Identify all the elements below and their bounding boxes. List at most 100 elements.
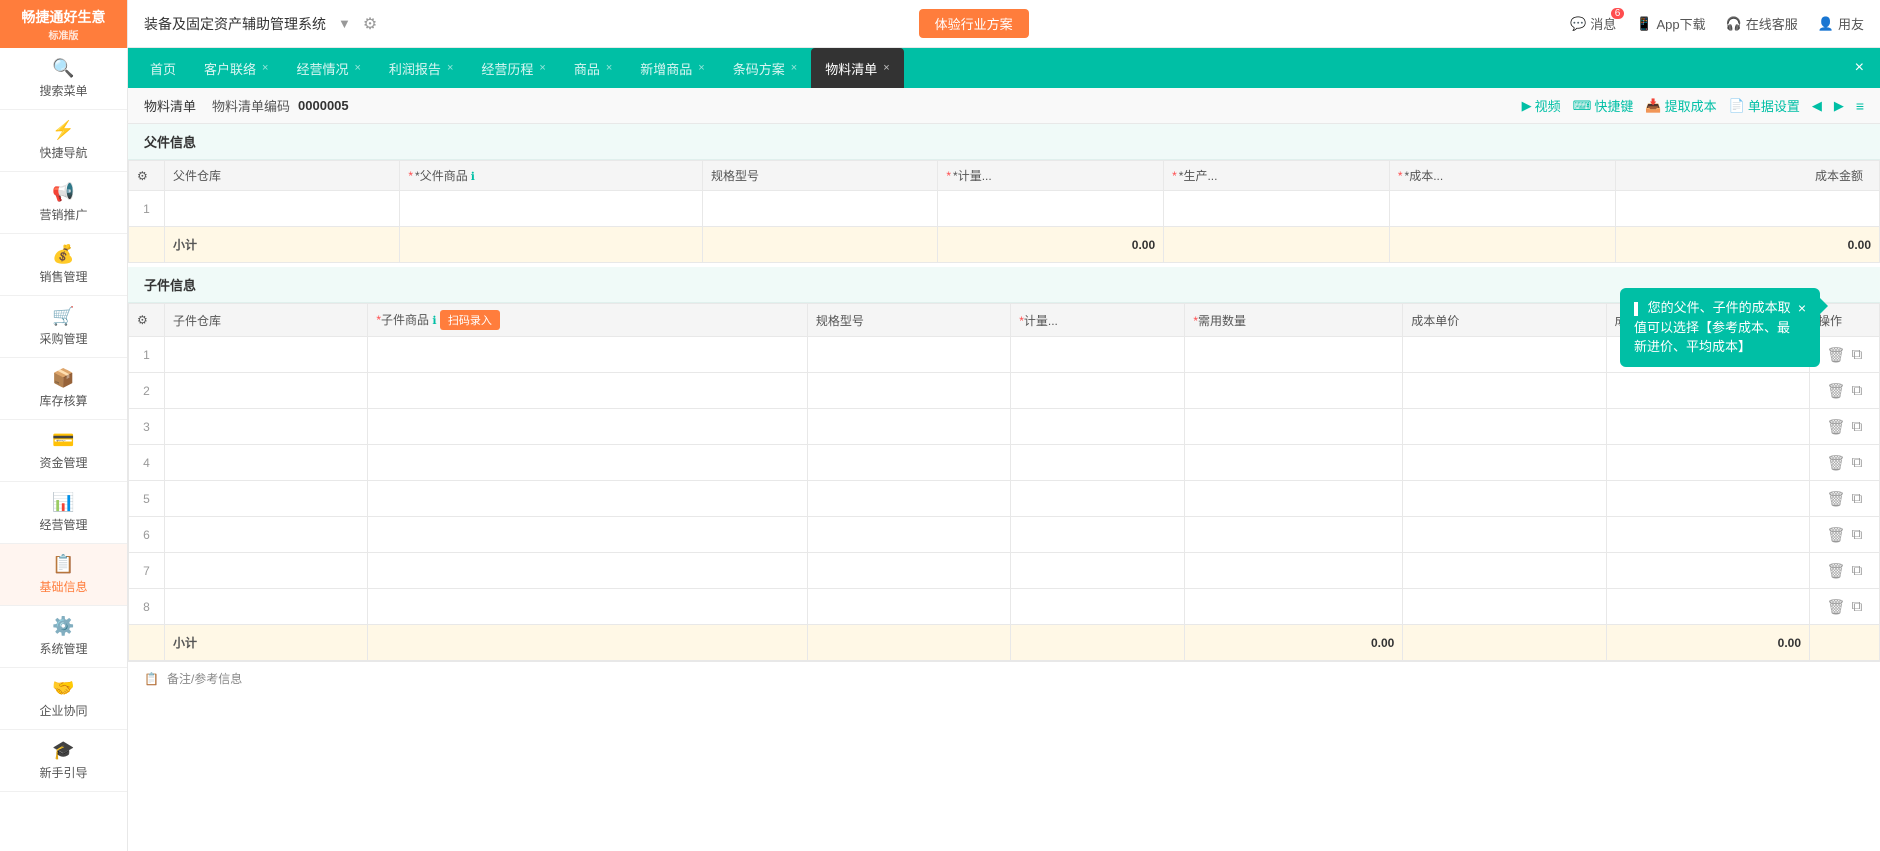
copy-row-8-button[interactable]: ⧉ <box>1852 598 1863 616</box>
parent-row-1-production[interactable] <box>1164 191 1390 227</box>
tab-add-goods[interactable]: 新增商品 × <box>626 48 718 88</box>
child-row-1-spec[interactable] <box>807 337 1010 373</box>
delete-row-1-button[interactable]: 🗑 <box>1827 346 1846 364</box>
tab-barcode[interactable]: 条码方案 × <box>719 48 811 88</box>
tab-history[interactable]: 经营历程 × <box>467 48 559 88</box>
child-row-2-qty[interactable] <box>1185 373 1403 409</box>
tab-bom-close[interactable]: × <box>883 62 889 74</box>
child-row-6-unit-cost[interactable] <box>1403 517 1606 553</box>
sidebar-item-marketing[interactable]: 📢 营销推广 <box>0 172 127 234</box>
sidebar-item-search[interactable]: 🔍 搜索菜单 <box>0 48 127 110</box>
delete-row-8-button[interactable]: 🗑 <box>1827 598 1846 616</box>
child-row-2-product[interactable] <box>368 373 808 409</box>
tab-operations-close[interactable]: × <box>354 62 360 74</box>
extract-cost-btn[interactable]: 📥 提取成本 <box>1645 96 1716 115</box>
user-menu-button[interactable]: 👤 用友 <box>1818 14 1864 33</box>
child-row-6-product[interactable] <box>368 517 808 553</box>
child-row-2-spec[interactable] <box>807 373 1010 409</box>
child-row-4-spec[interactable] <box>807 445 1010 481</box>
tab-profit-close[interactable]: × <box>447 62 453 74</box>
delete-row-2-button[interactable]: 🗑 <box>1827 382 1846 400</box>
scan-input-button[interactable]: 扫码录入 <box>440 310 500 330</box>
child-row-6-warehouse[interactable] <box>165 517 368 553</box>
delete-row-5-button[interactable]: 🗑 <box>1827 490 1846 508</box>
tab-goods-close[interactable]: × <box>606 62 612 74</box>
sidebar-item-guide[interactable]: 🎓 新手引导 <box>0 730 127 792</box>
child-row-5-spec[interactable] <box>807 481 1010 517</box>
sidebar-item-sales[interactable]: 💰 销售管理 <box>0 234 127 296</box>
child-row-7-warehouse[interactable] <box>165 553 368 589</box>
tab-bom[interactable]: 物料清单 × <box>811 48 903 88</box>
video-btn[interactable]: ▶ 视频 <box>1522 96 1561 115</box>
child-row-3-warehouse[interactable] <box>165 409 368 445</box>
message-button[interactable]: 💬 消息 6 <box>1570 14 1616 33</box>
child-row-3-unit-cost[interactable] <box>1403 409 1606 445</box>
child-row-3-spec[interactable] <box>807 409 1010 445</box>
tab-customer[interactable]: 客户联络 × <box>190 48 282 88</box>
sidebar-item-purchase[interactable]: 🛒 采购管理 <box>0 296 127 358</box>
copy-row-3-button[interactable]: ⧉ <box>1852 418 1863 436</box>
delete-row-4-button[interactable]: 🗑 <box>1827 454 1846 472</box>
child-row-7-unit-cost[interactable] <box>1403 553 1606 589</box>
tab-history-close[interactable]: × <box>539 62 545 74</box>
tab-home[interactable]: 首页 <box>136 48 190 88</box>
child-row-6-qty[interactable] <box>1185 517 1403 553</box>
child-row-3-unit[interactable] <box>1011 409 1185 445</box>
child-row-5-unit-cost[interactable] <box>1403 481 1606 517</box>
copy-row-6-button[interactable]: ⧉ <box>1852 526 1863 544</box>
delete-row-7-button[interactable]: 🗑 <box>1827 562 1846 580</box>
parent-row-1-spec[interactable] <box>703 191 938 227</box>
copy-row-2-button[interactable]: ⧉ <box>1852 382 1863 400</box>
trial-button[interactable]: 体验行业方案 <box>919 9 1029 38</box>
child-row-5-qty[interactable] <box>1185 481 1403 517</box>
child-row-7-qty[interactable] <box>1185 553 1403 589</box>
delete-row-3-button[interactable]: 🗑 <box>1827 418 1846 436</box>
sidebar-item-basic-info[interactable]: 📋 基础信息 <box>0 544 127 606</box>
child-row-5-unit[interactable] <box>1011 481 1185 517</box>
copy-row-4-button[interactable]: ⧉ <box>1852 454 1863 472</box>
app-download-button[interactable]: 📱 App下载 <box>1636 14 1705 33</box>
tooltip-close-button[interactable]: × <box>1798 298 1806 319</box>
tab-goods[interactable]: 商品 × <box>560 48 626 88</box>
sidebar-item-operations[interactable]: 📊 经营管理 <box>0 482 127 544</box>
copy-row-1-button[interactable]: ⧉ <box>1852 346 1863 364</box>
copy-row-7-button[interactable]: ⧉ <box>1852 562 1863 580</box>
child-row-8-spec[interactable] <box>807 589 1010 625</box>
sidebar-item-inventory[interactable]: 📦 库存核算 <box>0 358 127 420</box>
child-row-1-unit-cost[interactable] <box>1403 337 1606 373</box>
child-row-1-unit[interactable] <box>1011 337 1185 373</box>
child-row-1-qty[interactable] <box>1185 337 1403 373</box>
child-row-8-unit-cost[interactable] <box>1403 589 1606 625</box>
child-col-settings[interactable]: ⚙ <box>129 304 165 337</box>
parent-row-1-unit[interactable] <box>938 191 1164 227</box>
child-row-3-qty[interactable] <box>1185 409 1403 445</box>
child-row-4-unit[interactable] <box>1011 445 1185 481</box>
child-row-4-warehouse[interactable] <box>165 445 368 481</box>
child-row-8-warehouse[interactable] <box>165 589 368 625</box>
child-row-2-warehouse[interactable] <box>165 373 368 409</box>
child-row-7-spec[interactable] <box>807 553 1010 589</box>
tab-add-goods-close[interactable]: × <box>698 62 704 74</box>
child-row-1-warehouse[interactable] <box>165 337 368 373</box>
expand-btn[interactable]: ≡ <box>1856 98 1864 114</box>
child-row-3-product[interactable] <box>368 409 808 445</box>
tab-customer-close[interactable]: × <box>262 62 268 74</box>
parent-col-settings[interactable]: ⚙ <box>129 161 165 191</box>
sidebar-item-enterprise[interactable]: 🤝 企业协同 <box>0 668 127 730</box>
breadcrumb-bom-list[interactable]: 物料清单 <box>144 96 196 115</box>
settings-icon[interactable]: ⚙ <box>363 14 377 34</box>
copy-row-5-button[interactable]: ⧉ <box>1852 490 1863 508</box>
single-settings-btn[interactable]: 📄 单据设置 <box>1729 96 1800 115</box>
tab-profit[interactable]: 利润报告 × <box>375 48 467 88</box>
child-row-7-product[interactable] <box>368 553 808 589</box>
sidebar-item-finance[interactable]: 💳 资金管理 <box>0 420 127 482</box>
child-row-1-product[interactable] <box>368 337 808 373</box>
parent-row-1-cost[interactable] <box>1389 191 1615 227</box>
child-row-2-unit[interactable] <box>1011 373 1185 409</box>
child-row-5-product[interactable] <box>368 481 808 517</box>
child-row-7-unit[interactable] <box>1011 553 1185 589</box>
parent-row-1-warehouse[interactable] <box>165 191 400 227</box>
sidebar-item-system[interactable]: ⚙️ 系统管理 <box>0 606 127 668</box>
dropdown-arrow-icon[interactable]: ▼ <box>338 16 351 31</box>
child-row-4-product[interactable] <box>368 445 808 481</box>
